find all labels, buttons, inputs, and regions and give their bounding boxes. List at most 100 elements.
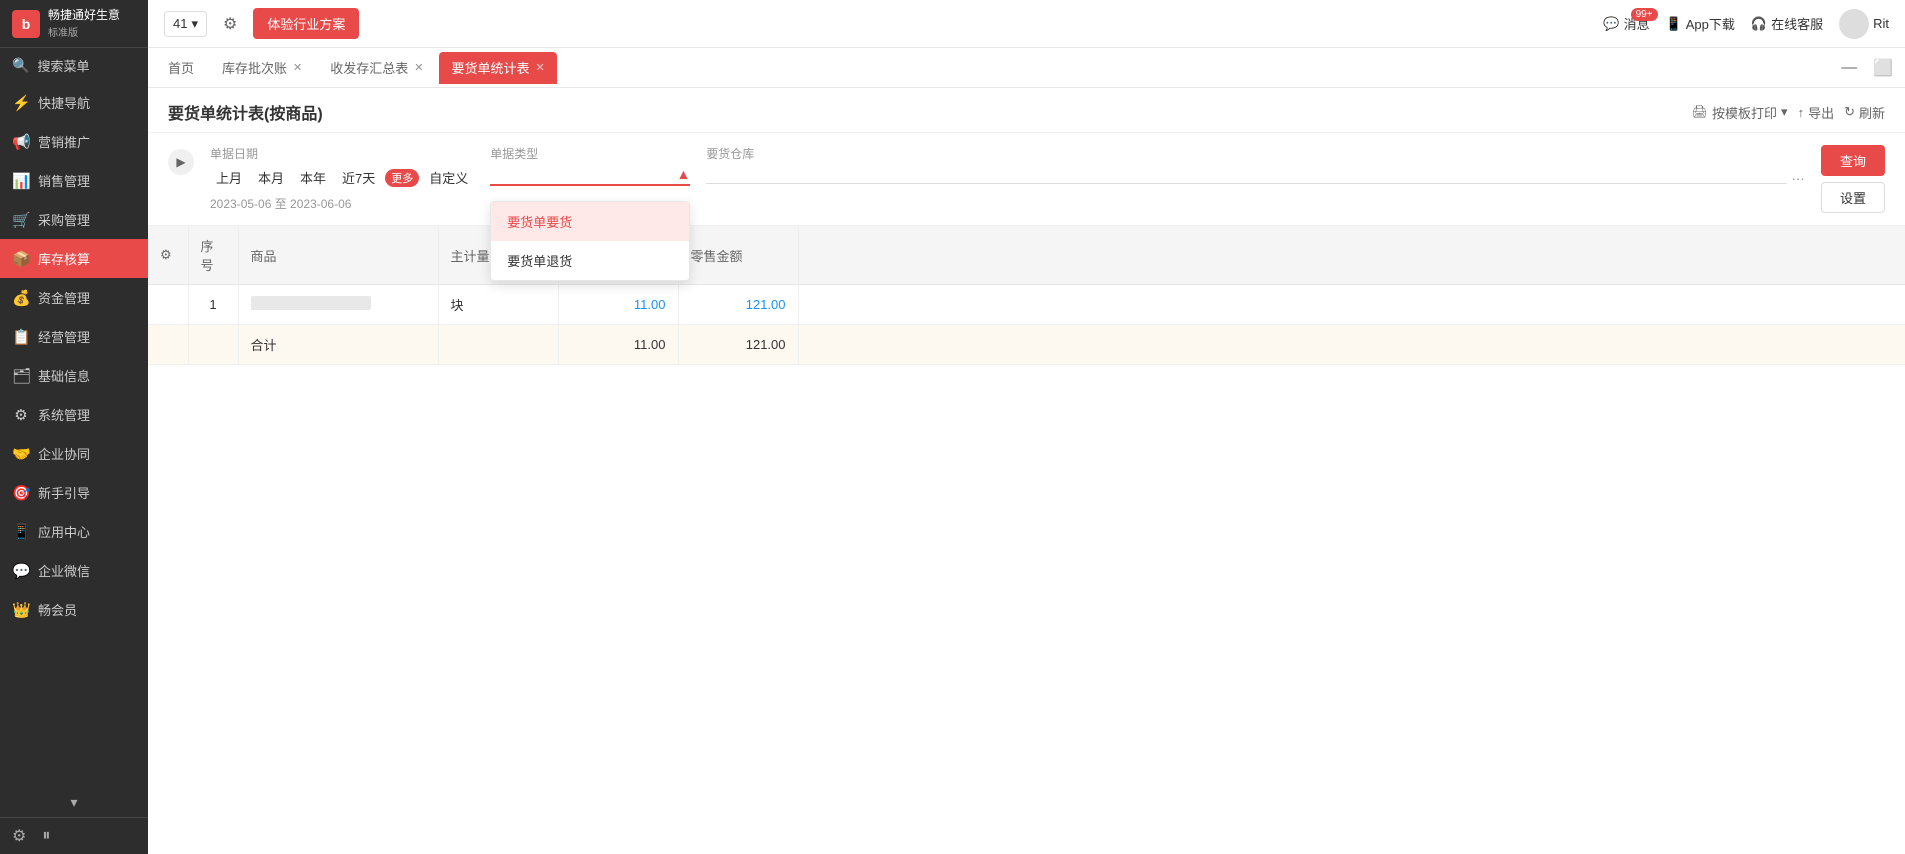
table-row: 1 块 11.00 121.00: [148, 285, 1905, 325]
page-actions: 🖨 按模板打印 ▾ ↑ 导出 ↻ 刷新: [1692, 103, 1886, 122]
table-footer-row: 合计 11.00 121.00: [148, 325, 1905, 365]
footer-label: 合计: [238, 325, 438, 365]
sidebar-item-system[interactable]: ⚙ 系统管理: [0, 395, 148, 434]
td-settings: [148, 285, 188, 325]
footer-unit: [438, 325, 558, 365]
search-menu-item[interactable]: 🔍 搜索菜单: [0, 48, 148, 83]
sidebar-item-finance[interactable]: 💰 资金管理: [0, 278, 148, 317]
query-button[interactable]: 查询: [1821, 145, 1885, 176]
td-amount: 121.00: [678, 285, 798, 325]
doctype-input[interactable]: [490, 167, 676, 182]
sidebar-item-purchase[interactable]: 🛒 采购管理: [0, 200, 148, 239]
sidebar-bottom: ⚙ ⏸: [0, 817, 148, 854]
purchase-label: 采购管理: [38, 210, 90, 229]
page-inner: 要货单统计表(按商品) 🖨 按模板打印 ▾ ↑ 导出 ↻ 刷新: [148, 88, 1905, 854]
app-download-icon: 📱: [1666, 16, 1682, 32]
export-button[interactable]: ↑ 导出: [1798, 103, 1835, 122]
data-table: ⚙ 序号 商品 主计量单位 主数量 零售金额 1: [148, 226, 1905, 365]
warehouse-more-icon[interactable]: …: [1791, 167, 1805, 183]
tab-home[interactable]: 首页: [156, 52, 206, 84]
qty-link[interactable]: 11.00: [634, 297, 666, 312]
system-icon: ⚙: [12, 406, 30, 424]
industry-plan-button[interactable]: 体验行业方案: [253, 8, 359, 39]
basic-info-icon: 🗂: [12, 367, 30, 385]
sidebar-item-guide[interactable]: 🎯 新手引导: [0, 473, 148, 512]
tabs-bar: 首页 库存批次账 ✕ 收发存汇总表 ✕ 要货单统计表 ✕ — ⬜: [148, 48, 1905, 88]
date-filter-group: 单据日期 上月 本月 本年 近7天 更多 自定义 2023-05-06 至 20…: [210, 145, 474, 212]
print-icon: 🖨: [1692, 104, 1709, 120]
store-selector[interactable]: 41 ▾: [164, 11, 207, 37]
filter-toggle-button[interactable]: ▶: [168, 149, 194, 175]
cooperation-label: 企业协同: [38, 444, 90, 463]
tab-inventory-batch-label: 库存批次账: [222, 58, 287, 77]
messages-item[interactable]: 💬 消息 99+: [1603, 14, 1649, 33]
dropdown-item-order-goods[interactable]: 要货单要货: [491, 202, 689, 241]
quick-nav-label: 快捷导航: [38, 93, 90, 112]
collapse-icon[interactable]: ⏸: [42, 827, 50, 845]
header-right: 💬 消息 99+ 📱 App下载 🎧 在线客服 Rit: [1603, 9, 1889, 39]
user-profile-item[interactable]: Rit: [1839, 9, 1889, 39]
sidebar-scroll-down[interactable]: ▾: [0, 788, 148, 817]
sidebar-item-basic-info[interactable]: 🗂 基础信息: [0, 356, 148, 395]
sidebar-item-app-center[interactable]: 📱 应用中心: [0, 512, 148, 551]
app-download-item[interactable]: 📱 App下载: [1666, 14, 1735, 33]
warehouse-input[interactable]: [706, 166, 1787, 184]
doctype-filter-group: 单据类型 ▲ 要货单要货 要货单退货: [490, 145, 690, 186]
date-last-month-btn[interactable]: 上月: [210, 166, 248, 189]
date-custom-btn[interactable]: 自定义: [423, 166, 474, 189]
sidebar-item-marketing[interactable]: 📢 营销推广: [0, 122, 148, 161]
sidebar-item-sales[interactable]: 📊 销售管理: [0, 161, 148, 200]
sidebar-item-inventory[interactable]: 📦 库存核算: [0, 239, 148, 278]
vip-label: 畅会员: [38, 600, 77, 619]
tab-receive-summary[interactable]: 收发存汇总表 ✕: [318, 52, 435, 84]
sidebar-item-wechat[interactable]: 💬 企业微信: [0, 551, 148, 590]
sidebar-item-cooperation[interactable]: 🤝 企业协同: [0, 434, 148, 473]
online-service-item[interactable]: 🎧 在线客服: [1751, 14, 1823, 33]
doctype-dropdown: 要货单要货 要货单退货: [490, 201, 690, 281]
th-amount: 零售金额: [678, 226, 798, 285]
date-last-7days-btn[interactable]: 近7天: [336, 166, 381, 189]
wechat-icon: 💬: [12, 562, 30, 580]
quick-nav-icon: ⚡: [12, 94, 30, 112]
filter-row: ▶ 单据日期 上月 本月 本年 近7天 更多 自定义 2023-05-06: [148, 133, 1905, 226]
tab-receive-summary-close[interactable]: ✕: [414, 61, 423, 74]
app-download-label: App下载: [1686, 14, 1735, 33]
settings-bottom-icon[interactable]: ⚙: [12, 826, 26, 846]
amount-link[interactable]: 121.00: [746, 297, 786, 312]
date-this-month-btn[interactable]: 本月: [252, 166, 290, 189]
date-more-btn[interactable]: 更多: [385, 169, 419, 187]
tab-inventory-batch-close[interactable]: ✕: [293, 61, 302, 74]
refresh-button[interactable]: ↻ 刷新: [1844, 103, 1885, 122]
tab-inventory-batch[interactable]: 库存批次账 ✕: [210, 52, 314, 84]
tab-order-summary[interactable]: 要货单统计表 ✕: [439, 52, 556, 84]
doctype-dropdown-arrow[interactable]: ▲: [676, 166, 690, 182]
td-extra: [798, 285, 1905, 325]
date-this-year-btn[interactable]: 本年: [294, 166, 332, 189]
refresh-icon: ↻: [1844, 104, 1855, 120]
page-header: 要货单统计表(按商品) 🖨 按模板打印 ▾ ↑ 导出 ↻ 刷新: [148, 88, 1905, 133]
print-button[interactable]: 🖨 按模板打印 ▾: [1692, 103, 1788, 122]
search-icon: 🔍: [12, 57, 29, 74]
header-gear-button[interactable]: ⚙: [219, 10, 241, 38]
sales-label: 销售管理: [38, 171, 90, 190]
logo-text-block: 畅捷通好生意 标准版: [48, 8, 120, 39]
tab-order-summary-close[interactable]: ✕: [536, 61, 545, 74]
tab-minimize-button[interactable]: —: [1837, 54, 1861, 82]
app-center-icon: 📱: [12, 523, 30, 541]
sidebar-item-quick-nav[interactable]: ⚡ 快捷导航: [0, 83, 148, 122]
td-num: 1: [188, 285, 238, 325]
td-unit: 块: [438, 285, 558, 325]
page-content: 要货单统计表(按商品) 🖨 按模板打印 ▾ ↑ 导出 ↻ 刷新: [148, 88, 1905, 854]
top-header: 41 ▾ ⚙ 体验行业方案 💬 消息 99+ 📱 App下载 🎧 在线客服 Ri…: [148, 0, 1905, 48]
sidebar-item-operation[interactable]: 📋 经营管理: [0, 317, 148, 356]
sidebar-item-vip[interactable]: 👑 畅会员: [0, 590, 148, 629]
search-menu-label: 搜索菜单: [37, 56, 89, 75]
export-label: 导出: [1808, 103, 1834, 122]
date-filter-controls: 上月 本月 本年 近7天 更多 自定义: [210, 166, 474, 189]
filter-settings-button[interactable]: 设置: [1821, 182, 1885, 213]
tab-expand-button[interactable]: ⬜: [1869, 54, 1897, 82]
dropdown-item-order-return[interactable]: 要货单退货: [491, 241, 689, 280]
app-logo-icon: b: [12, 10, 40, 38]
th-settings[interactable]: ⚙: [148, 226, 188, 285]
finance-label: 资金管理: [38, 288, 90, 307]
